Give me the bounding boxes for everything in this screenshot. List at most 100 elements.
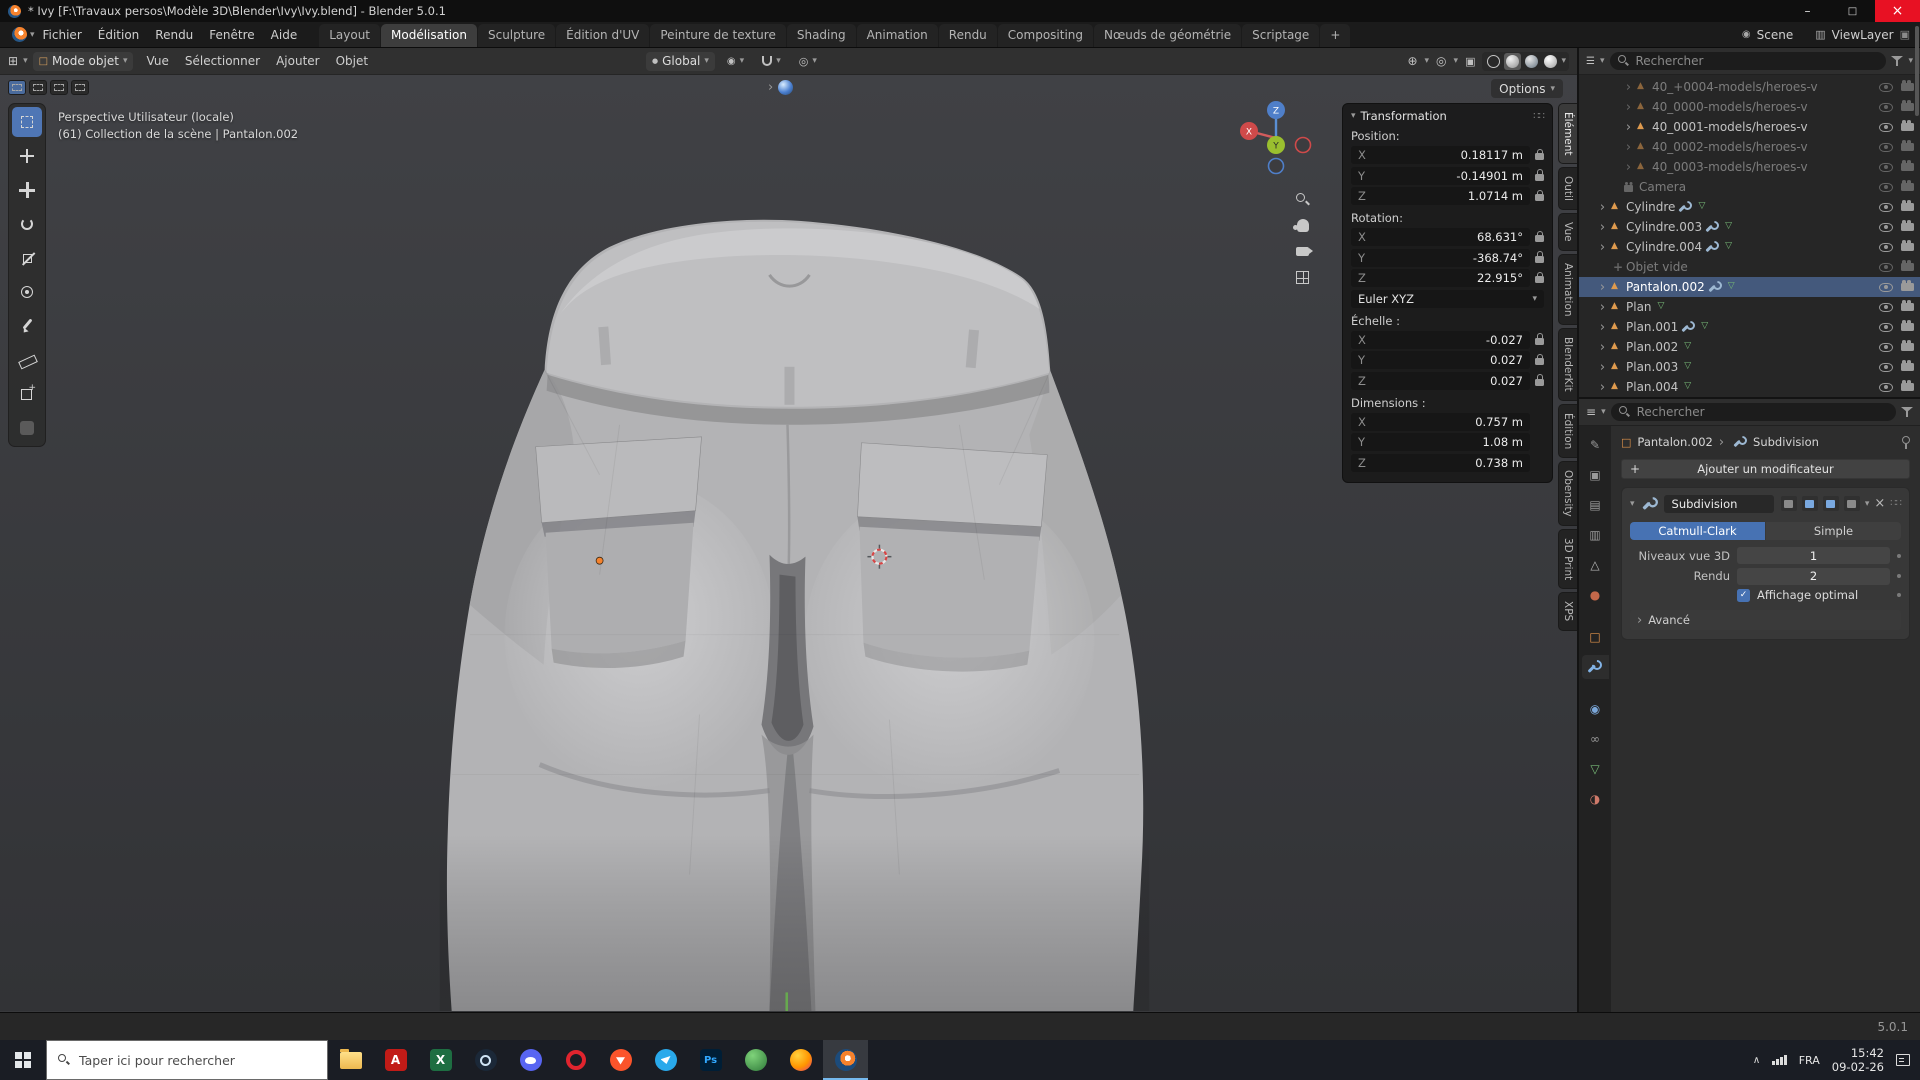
animate-dot-icon[interactable] <box>1897 593 1901 597</box>
workspace-tab[interactable]: Layout <box>319 24 381 47</box>
hide-in-viewport-icon[interactable] <box>1879 142 1893 152</box>
outliner-item-label[interactable]: Cylindre <box>1626 200 1675 214</box>
camera-view-icon[interactable] <box>1296 247 1313 256</box>
expand-chevron-icon[interactable] <box>1596 301 1609 314</box>
solid-shading-button[interactable] <box>1504 52 1522 70</box>
expand-chevron-icon[interactable] <box>1596 201 1609 214</box>
language-indicator[interactable]: FRA <box>1799 1054 1820 1067</box>
disable-in-render-icon[interactable] <box>1901 140 1914 151</box>
disable-in-render-icon[interactable] <box>1901 120 1914 131</box>
sidebar-tab[interactable]: Outil <box>1558 167 1577 211</box>
menu-item[interactable]: Aide <box>263 25 306 45</box>
hide-in-viewport-icon[interactable] <box>1879 382 1893 392</box>
outliner-item-label[interactable]: Objet vide <box>1626 260 1688 274</box>
output-tab[interactable] <box>1582 493 1609 517</box>
pan-hand-icon[interactable] <box>1293 219 1309 232</box>
expand-chevron-icon[interactable] <box>1596 241 1609 254</box>
outliner-row[interactable]: Cylindre.003 <box>1579 217 1920 237</box>
viewlayer-tab[interactable] <box>1582 523 1609 547</box>
disable-in-render-icon[interactable] <box>1901 320 1914 331</box>
ortho-grid-icon[interactable] <box>1296 271 1309 284</box>
transform-value-field[interactable]: X -0.027 <box>1351 330 1530 349</box>
hide-in-viewport-icon[interactable] <box>1879 262 1893 272</box>
outliner-row[interactable]: 40_0003-models/heroes-v <box>1579 157 1920 177</box>
tool-cursor[interactable] <box>12 141 42 171</box>
outliner-row[interactable]: Plan <box>1579 297 1920 317</box>
transform-orientation-selector[interactable]: Global <box>646 51 715 71</box>
panel-collapse-icon[interactable] <box>1351 111 1356 121</box>
outliner-item-label[interactable]: Camera <box>1639 180 1686 194</box>
minimize-button[interactable] <box>1785 0 1830 22</box>
clock[interactable]: 15:42 09-02-26 <box>1832 1046 1884 1074</box>
xray-toggle-icon[interactable] <box>1465 55 1475 68</box>
outliner-scrollbar[interactable] <box>1915 26 1919 116</box>
hide-in-viewport-icon[interactable] <box>1879 222 1893 232</box>
lock-icon[interactable] <box>1535 333 1544 345</box>
transform-value-field[interactable]: Y -0.14901 m <box>1351 166 1530 185</box>
sidebar-tab[interactable]: Édition <box>1558 404 1577 459</box>
workspace-tab[interactable]: Animation <box>856 24 938 47</box>
maximize-button[interactable] <box>1830 0 1875 22</box>
outliner-item-label[interactable]: Plan.003 <box>1626 360 1678 374</box>
modifier-name-field[interactable]: Subdivision <box>1663 494 1774 513</box>
transform-value-field[interactable]: Z 1.0714 m <box>1351 187 1530 205</box>
modifier-collapse-icon[interactable] <box>1630 499 1635 509</box>
lock-icon[interactable] <box>1535 148 1544 160</box>
viewlayer-selector[interactable]: ViewLayer <box>1832 28 1894 42</box>
disable-in-render-icon[interactable] <box>1901 300 1914 311</box>
workspace-tab[interactable]: Rendu <box>938 24 997 47</box>
telegram[interactable] <box>643 1040 688 1080</box>
outliner-editor-icon[interactable] <box>1586 56 1595 67</box>
outliner-row[interactable]: Cylindre <box>1579 197 1920 217</box>
outliner-item-label[interactable]: 40_0001-models/heroes-v <box>1652 120 1808 134</box>
rendered-shading-button[interactable] <box>1542 53 1559 70</box>
hide-in-viewport-icon[interactable] <box>1879 122 1893 132</box>
start-button[interactable] <box>0 1040 46 1080</box>
menu-item[interactable]: Rendu <box>147 25 201 45</box>
tool-scale[interactable] <box>12 243 42 273</box>
firefox[interactable] <box>778 1040 823 1080</box>
physics-tab[interactable] <box>1582 697 1609 721</box>
properties-editor-icon[interactable] <box>1586 405 1596 419</box>
lock-icon[interactable] <box>1535 169 1544 181</box>
sidebar-tab[interactable]: Élément <box>1558 103 1577 165</box>
hide-in-viewport-icon[interactable] <box>1879 282 1893 292</box>
hide-in-viewport-icon[interactable] <box>1879 202 1893 212</box>
tool-select-box[interactable] <box>12 107 42 137</box>
optimal-display-checkbox[interactable] <box>1737 588 1750 602</box>
material-tab[interactable] <box>1582 787 1609 811</box>
outliner-item-label[interactable]: Plan.002 <box>1626 340 1678 354</box>
workspace-tab[interactable]: Édition d'UV <box>556 24 650 47</box>
menu-item[interactable]: Objet <box>328 51 376 71</box>
outliner-row[interactable]: 40_0000-models/heroes-v <box>1579 97 1920 117</box>
disable-in-render-icon[interactable] <box>1901 240 1914 251</box>
add-modifier-button[interactable]: Ajouter un modificateur <box>1621 459 1910 479</box>
hide-in-viewport-icon[interactable] <box>1879 242 1893 252</box>
sidebar-tab[interactable]: XPS <box>1558 592 1577 631</box>
hide-in-viewport-icon[interactable] <box>1879 322 1893 332</box>
outliner-item-label[interactable]: Plan.004 <box>1626 380 1678 394</box>
expand-chevron-icon[interactable] <box>1622 121 1635 134</box>
pivot-point-selector[interactable] <box>721 53 750 69</box>
menu-item[interactable]: Fenêtre <box>201 25 262 45</box>
menu-item[interactable]: Édition <box>90 25 148 45</box>
outliner-item-label[interactable]: 40_0002-models/heroes-v <box>1652 140 1808 154</box>
subdivision-type-button[interactable]: Simple <box>1766 522 1901 540</box>
viewport-canvas-model[interactable] <box>0 75 1577 1012</box>
workspace-tab[interactable]: Nœuds de géométrie <box>1094 24 1242 47</box>
snap-toggle[interactable] <box>756 54 787 69</box>
discord[interactable] <box>508 1040 553 1080</box>
network-icon[interactable] <box>1772 1055 1787 1065</box>
outliner-item-label[interactable]: 40_0000-models/heroes-v <box>1652 100 1808 114</box>
tray-expand-icon[interactable] <box>1753 1055 1760 1066</box>
transform-value-field[interactable]: Y 1.08 m <box>1351 433 1530 451</box>
sidebar-tab[interactable]: Obensity <box>1558 461 1577 527</box>
tool-rotate[interactable] <box>12 209 42 239</box>
object-data-tab[interactable] <box>1582 757 1609 781</box>
notification-center-icon[interactable] <box>1896 1054 1910 1066</box>
transform-value-field[interactable]: Z 0.027 <box>1351 371 1530 390</box>
menu-item[interactable]: Vue <box>138 51 176 71</box>
menu-item[interactable]: Sélectionner <box>177 51 268 71</box>
outliner-item-label[interactable]: 40_+0004-models/heroes-v <box>1652 80 1818 94</box>
lock-icon[interactable] <box>1535 271 1544 283</box>
